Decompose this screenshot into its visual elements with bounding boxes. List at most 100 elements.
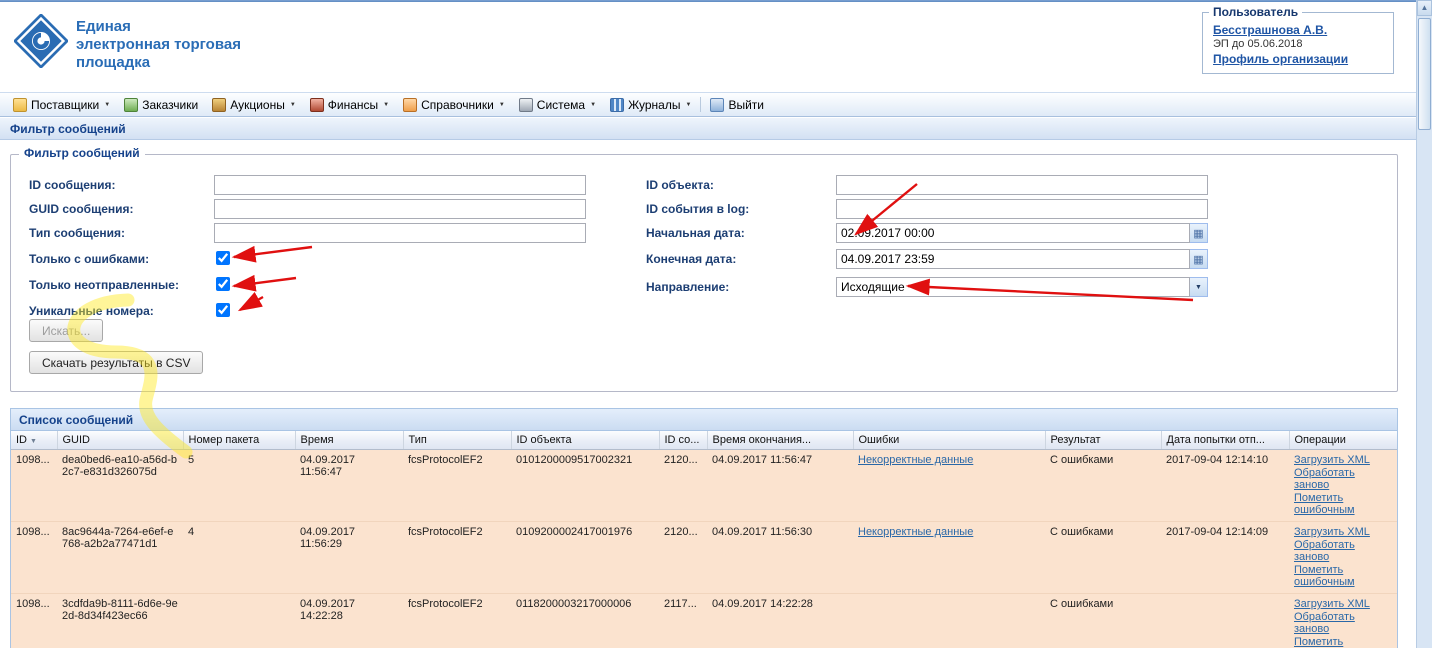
select-arrow-icon[interactable]: ▼: [1190, 277, 1208, 297]
exit-door-icon: [710, 97, 725, 112]
log-event-id-input[interactable]: [836, 199, 1208, 219]
start-date-input[interactable]: [836, 223, 1190, 243]
finance-bank-icon: [309, 97, 324, 112]
reprocess-link[interactable]: Обработать заново: [1294, 539, 1392, 563]
message-id-input[interactable]: [214, 175, 586, 195]
message-type-label: Тип сообщения:: [29, 226, 125, 240]
message-guid-input[interactable]: [214, 199, 586, 219]
menu-item-journals[interactable]: Журналы ▼: [603, 96, 698, 114]
column-header-attempt-date[interactable]: Дата попытки отп...: [1161, 431, 1290, 450]
only-errors-checkbox[interactable]: [216, 251, 230, 265]
direction-select[interactable]: ▼: [836, 277, 1208, 297]
direction-label: Направление:: [646, 280, 730, 294]
logo-icon: [12, 12, 70, 70]
sort-desc-icon: ▼: [30, 438, 37, 445]
certificate-expiry-text: ЭП до 05.06.2018: [1213, 38, 1303, 50]
scrollbar-thumb[interactable]: [1418, 18, 1431, 130]
menu-item-customers[interactable]: Заказчики: [117, 96, 205, 114]
system-monitor-icon: [518, 97, 533, 112]
column-header-id-so[interactable]: ID со...: [659, 431, 708, 450]
unique-numbers-label: Уникальные номера:: [29, 304, 154, 318]
user-panel: Пользователь Бесстрашнова А.В. ЭП до 05.…: [1202, 5, 1394, 74]
object-id-input[interactable]: [836, 175, 1208, 195]
customers-icon: [124, 97, 139, 112]
column-header-packet[interactable]: Номер пакета: [183, 431, 296, 450]
suppliers-folder-icon: [13, 97, 27, 112]
table-row: 1098... 3cdfda9b-8111-6d6e-9e2d-8d34f423…: [11, 593, 1397, 648]
window-top-edge: [0, 0, 1432, 2]
column-header-end-time[interactable]: Время окончания...: [707, 431, 854, 450]
content-area: Фильтр сообщений ID сообщения: GUID сооб…: [0, 140, 1416, 648]
user-panel-title: Пользователь: [1209, 5, 1303, 19]
chevron-down-icon: ▼: [383, 101, 390, 108]
end-date-field: ▦: [836, 249, 1208, 269]
page-header: Единая электронная торговая площадка Пол…: [0, 2, 1416, 90]
table-row: 1098... 8ac9644a-7264-e6ef-e768-a2b2a774…: [11, 521, 1397, 594]
message-type-input[interactable]: [214, 223, 586, 243]
load-xml-link[interactable]: Загрузить XML: [1294, 526, 1392, 538]
mark-erroneous-link[interactable]: Пометить ошибочным: [1294, 492, 1392, 516]
user-name-link[interactable]: Бесстрашнова А.В.: [1213, 23, 1383, 37]
menu-item-directories[interactable]: Справочники ▼: [396, 96, 512, 114]
load-xml-link[interactable]: Загрузить XML: [1294, 454, 1392, 466]
brand-title: Единая электронная торговая площадка: [76, 18, 241, 71]
calendar-icon[interactable]: ▦: [1190, 249, 1208, 269]
start-date-label: Начальная дата:: [646, 226, 745, 240]
column-header-time[interactable]: Время: [295, 431, 404, 450]
chevron-down-icon: ▼: [590, 101, 597, 108]
table-row: 1098... dea0bed6-ea10-a56d-b2c7-e831d326…: [11, 449, 1397, 522]
grid-header-row: ID ▼ GUID Номер пакета Время Тип ID объек…: [11, 431, 1397, 450]
main-menu: Поставщики ▼ Заказчики Аукционы ▼ Финанс…: [0, 92, 1416, 117]
column-header-errors[interactable]: Ошибки: [853, 431, 1046, 450]
menu-item-finance[interactable]: Финансы ▼: [303, 96, 396, 114]
messages-grid: Список сообщений ID ▼ GUID Номер пакета В…: [10, 408, 1398, 648]
scroll-up-icon[interactable]: ▲: [1417, 0, 1432, 16]
column-header-result[interactable]: Результат: [1045, 431, 1162, 450]
message-filter-fieldset: Фильтр сообщений ID сообщения: GUID сооб…: [10, 146, 1398, 392]
auction-gavel-icon: [212, 97, 227, 112]
message-guid-label: GUID сообщения:: [29, 202, 134, 216]
unique-numbers-checkbox[interactable]: [216, 303, 230, 317]
vertical-scrollbar[interactable]: ▲: [1416, 0, 1432, 648]
chevron-down-icon: ▼: [498, 101, 505, 108]
directories-folder-icon: [403, 97, 418, 112]
chevron-down-icon: ▼: [289, 101, 296, 108]
journals-columns-icon: [610, 97, 625, 112]
download-csv-button[interactable]: Скачать результаты в CSV: [29, 351, 204, 374]
org-profile-link[interactable]: Профиль организации: [1213, 52, 1383, 66]
menu-separator: [700, 97, 702, 112]
object-id-label: ID объекта:: [646, 178, 714, 192]
calendar-icon[interactable]: ▦: [1190, 223, 1208, 243]
error-details-link[interactable]: Некорректные данные: [858, 454, 973, 466]
column-header-object-id[interactable]: ID объекта: [511, 431, 660, 450]
end-date-input[interactable]: [836, 249, 1190, 269]
only-unsent-label: Только неотправленные:: [29, 278, 179, 292]
menu-item-auctions[interactable]: Аукционы ▼: [205, 96, 303, 114]
chevron-down-icon: ▼: [685, 101, 692, 108]
search-button[interactable]: Искать...: [29, 319, 104, 342]
filter-legend: Фильтр сообщений: [19, 146, 145, 160]
grid-title: Список сообщений: [11, 409, 1397, 431]
only-unsent-checkbox[interactable]: [216, 277, 230, 291]
column-header-id[interactable]: ID ▼: [11, 431, 58, 450]
column-header-operations[interactable]: Операции: [1289, 431, 1397, 450]
log-event-id-label: ID события в log:: [646, 202, 750, 216]
reprocess-link[interactable]: Обработать заново: [1294, 467, 1392, 491]
reprocess-link[interactable]: Обработать заново: [1294, 611, 1392, 635]
only-errors-label: Только с ошибками:: [29, 252, 150, 266]
message-id-label: ID сообщения:: [29, 178, 116, 192]
chevron-down-icon: ▼: [104, 101, 111, 108]
load-xml-link[interactable]: Загрузить XML: [1294, 598, 1392, 610]
mark-erroneous-link[interactable]: Пометить ошибочным: [1294, 564, 1392, 588]
column-header-type[interactable]: Тип: [403, 431, 512, 450]
page-title: Фильтр сообщений: [0, 118, 1416, 140]
menu-item-suppliers[interactable]: Поставщики ▼: [6, 96, 117, 114]
menu-item-system[interactable]: Система ▼: [512, 96, 603, 114]
error-details-link[interactable]: Некорректные данные: [858, 526, 973, 538]
mark-erroneous-link[interactable]: Пометить ошибочным: [1294, 636, 1392, 648]
menu-item-logout[interactable]: Выйти: [703, 96, 771, 114]
end-date-label: Конечная дата:: [646, 252, 737, 266]
start-date-field: ▦: [836, 223, 1208, 243]
column-header-guid[interactable]: GUID: [57, 431, 184, 450]
direction-value[interactable]: [836, 277, 1190, 297]
